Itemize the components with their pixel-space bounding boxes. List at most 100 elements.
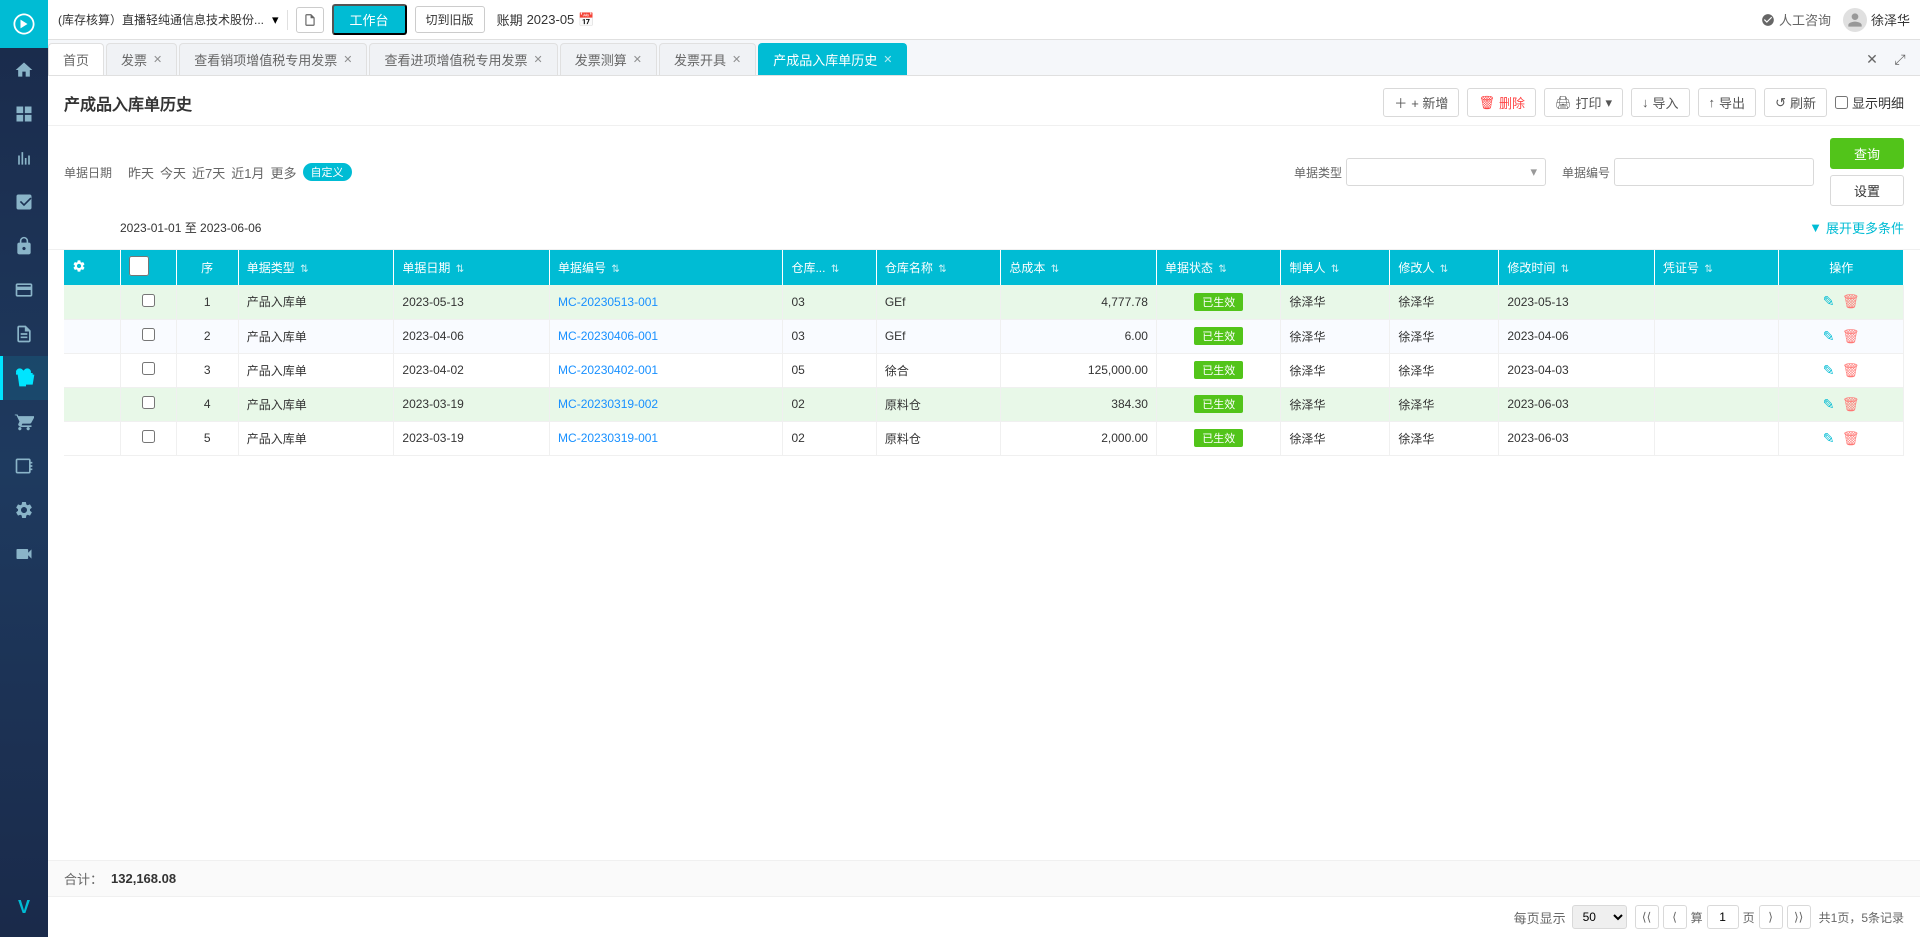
row-checkbox[interactable]: [120, 285, 176, 319]
display-detail-checkbox[interactable]: [1835, 96, 1848, 109]
sidebar-item-purchase[interactable]: [0, 400, 48, 444]
row-number[interactable]: MC-20230406-001: [550, 319, 783, 353]
sidebar-item-bill[interactable]: [0, 268, 48, 312]
th-checkbox[interactable]: [120, 250, 176, 285]
th-number[interactable]: 单据编号 ⇅: [550, 250, 783, 285]
per-page-select[interactable]: 50 100 200: [1572, 905, 1627, 929]
number-input[interactable]: [1614, 158, 1814, 186]
th-modify-time[interactable]: 修改时间 ⇅: [1499, 250, 1655, 285]
set-button[interactable]: 设置: [1830, 175, 1904, 206]
sidebar-item-settings[interactable]: [0, 488, 48, 532]
tab-calc[interactable]: 发票测算 ✕: [560, 43, 657, 75]
next-page-btn[interactable]: ⟩: [1759, 905, 1783, 929]
new-button[interactable]: ＋ + 新增: [1383, 88, 1459, 117]
first-page-btn[interactable]: ⟨⟨: [1635, 905, 1659, 929]
tab-issue[interactable]: 发票开具 ✕: [659, 43, 756, 75]
row-number[interactable]: MC-20230319-002: [550, 387, 783, 421]
row-checkbox[interactable]: [120, 319, 176, 353]
delete-row-icon[interactable]: 🗑: [1842, 293, 1860, 309]
sidebar-item-grid[interactable]: [0, 92, 48, 136]
tab-home[interactable]: 首页: [48, 43, 104, 75]
date-custom[interactable]: 自定义: [303, 163, 352, 181]
edit-icon[interactable]: ✎: [1823, 362, 1835, 378]
close-tab-input-invoice[interactable]: ✕: [534, 53, 543, 66]
th-settings[interactable]: [64, 250, 120, 285]
display-detail-toggle[interactable]: 显示明细: [1835, 93, 1904, 112]
edit-icon[interactable]: ✎: [1823, 328, 1835, 344]
tabs-expand-icon[interactable]: ⤢: [1888, 47, 1912, 71]
delete-row-icon[interactable]: 🗑: [1842, 362, 1860, 378]
company-name[interactable]: (库存核算）直播轻纯通信息技术股份...: [58, 11, 264, 28]
sidebar-item-chart[interactable]: [0, 136, 48, 180]
date-1month[interactable]: 近1月: [231, 163, 264, 182]
table-row[interactable]: 3 产品入库单 2023-04-02 MC-20230402-001 05 徐合…: [64, 353, 1904, 387]
page-number-input[interactable]: [1707, 905, 1739, 929]
th-modifier[interactable]: 修改人 ⇅: [1390, 250, 1499, 285]
close-tab-output-invoice[interactable]: ✕: [343, 53, 352, 66]
sidebar-item-video[interactable]: [0, 532, 48, 576]
sidebar-item-doc[interactable]: [0, 312, 48, 356]
date-7days[interactable]: 近7天: [192, 163, 225, 182]
export-button[interactable]: ↑ 导出: [1698, 88, 1757, 117]
date-more[interactable]: 更多: [271, 163, 297, 182]
sidebar-item-analytics[interactable]: [0, 180, 48, 224]
delete-button[interactable]: 🗑 删除: [1467, 88, 1536, 117]
sidebar-item-lock[interactable]: [0, 224, 48, 268]
row-checkbox[interactable]: [120, 387, 176, 421]
row-number[interactable]: MC-20230513-001: [550, 285, 783, 319]
date-today[interactable]: 今天: [160, 163, 186, 182]
print-button[interactable]: 🖨 打印 ▾: [1544, 88, 1623, 117]
tab-input-invoice[interactable]: 查看进项增值税专用发票 ✕: [369, 43, 557, 75]
tab-invoice[interactable]: 发票 ✕: [106, 43, 177, 75]
th-wh-code[interactable]: 仓库... ⇅: [783, 250, 876, 285]
th-date[interactable]: 单据日期 ⇅: [394, 250, 550, 285]
table-row[interactable]: 1 产品入库单 2023-05-13 MC-20230513-001 03 GE…: [64, 285, 1904, 319]
prev-page-btn[interactable]: ⟨: [1663, 905, 1687, 929]
type-select[interactable]: ▾: [1346, 158, 1546, 186]
table-row[interactable]: 4 产品入库单 2023-03-19 MC-20230319-002 02 原料…: [64, 387, 1904, 421]
table-row[interactable]: 2 产品入库单 2023-04-06 MC-20230406-001 03 GE…: [64, 319, 1904, 353]
app-logo[interactable]: [0, 0, 48, 48]
row-number[interactable]: MC-20230319-001: [550, 421, 783, 455]
sidebar-item-inventory[interactable]: [0, 356, 48, 400]
user-menu[interactable]: 徐泽华: [1843, 8, 1910, 32]
tab-output-invoice[interactable]: 查看销项增值税专用发票 ✕: [179, 43, 367, 75]
query-button[interactable]: 查询: [1830, 138, 1904, 169]
close-tab-calc[interactable]: ✕: [633, 53, 642, 66]
sidebar-item-manufacture[interactable]: [0, 444, 48, 488]
edit-icon[interactable]: ✎: [1823, 396, 1835, 412]
th-voucher[interactable]: 凭证号 ⇅: [1654, 250, 1779, 285]
edit-icon[interactable]: ✎: [1823, 430, 1835, 446]
expand-filter-btn[interactable]: ▼ 展开更多条件: [1809, 218, 1904, 237]
refresh-button[interactable]: ↺ 刷新: [1764, 88, 1827, 117]
tabs-close-icon[interactable]: ✕: [1860, 47, 1884, 71]
th-type[interactable]: 单据类型 ⇅: [238, 250, 394, 285]
close-tab-issue[interactable]: ✕: [732, 53, 741, 66]
service-btn[interactable]: 人工咨询: [1761, 10, 1831, 29]
row-checkbox[interactable]: [120, 353, 176, 387]
select-all-checkbox[interactable]: [129, 256, 149, 276]
close-tab-history[interactable]: ✕: [883, 53, 892, 66]
tab-history[interactable]: 产成品入库单历史 ✕: [758, 43, 907, 75]
switch-version-button[interactable]: 切到旧版: [415, 6, 485, 33]
import-button[interactable]: ↓ 导入: [1631, 88, 1690, 117]
delete-row-icon[interactable]: 🗑: [1842, 328, 1860, 344]
th-creator[interactable]: 制单人 ⇅: [1281, 250, 1390, 285]
document-icon[interactable]: [296, 7, 324, 33]
th-wh-name[interactable]: 仓库名称 ⇅: [876, 250, 1001, 285]
last-page-btn[interactable]: ⟩⟩: [1787, 905, 1811, 929]
edit-icon[interactable]: ✎: [1823, 293, 1835, 309]
company-chevron-icon[interactable]: ▾: [272, 12, 279, 28]
row-number[interactable]: MC-20230402-001: [550, 353, 783, 387]
delete-row-icon[interactable]: 🗑: [1842, 430, 1860, 446]
sidebar-item-v[interactable]: V: [0, 885, 48, 929]
row-checkbox[interactable]: [120, 421, 176, 455]
sidebar-item-home[interactable]: [0, 48, 48, 92]
delete-row-icon[interactable]: 🗑: [1842, 396, 1860, 412]
workbench-button[interactable]: 工作台: [332, 4, 407, 35]
date-yesterday[interactable]: 昨天: [128, 163, 154, 182]
close-tab-invoice[interactable]: ✕: [153, 53, 162, 66]
calendar-icon[interactable]: 📅: [578, 12, 594, 28]
th-status[interactable]: 单据状态 ⇅: [1156, 250, 1281, 285]
table-row[interactable]: 5 产品入库单 2023-03-19 MC-20230319-001 02 原料…: [64, 421, 1904, 455]
